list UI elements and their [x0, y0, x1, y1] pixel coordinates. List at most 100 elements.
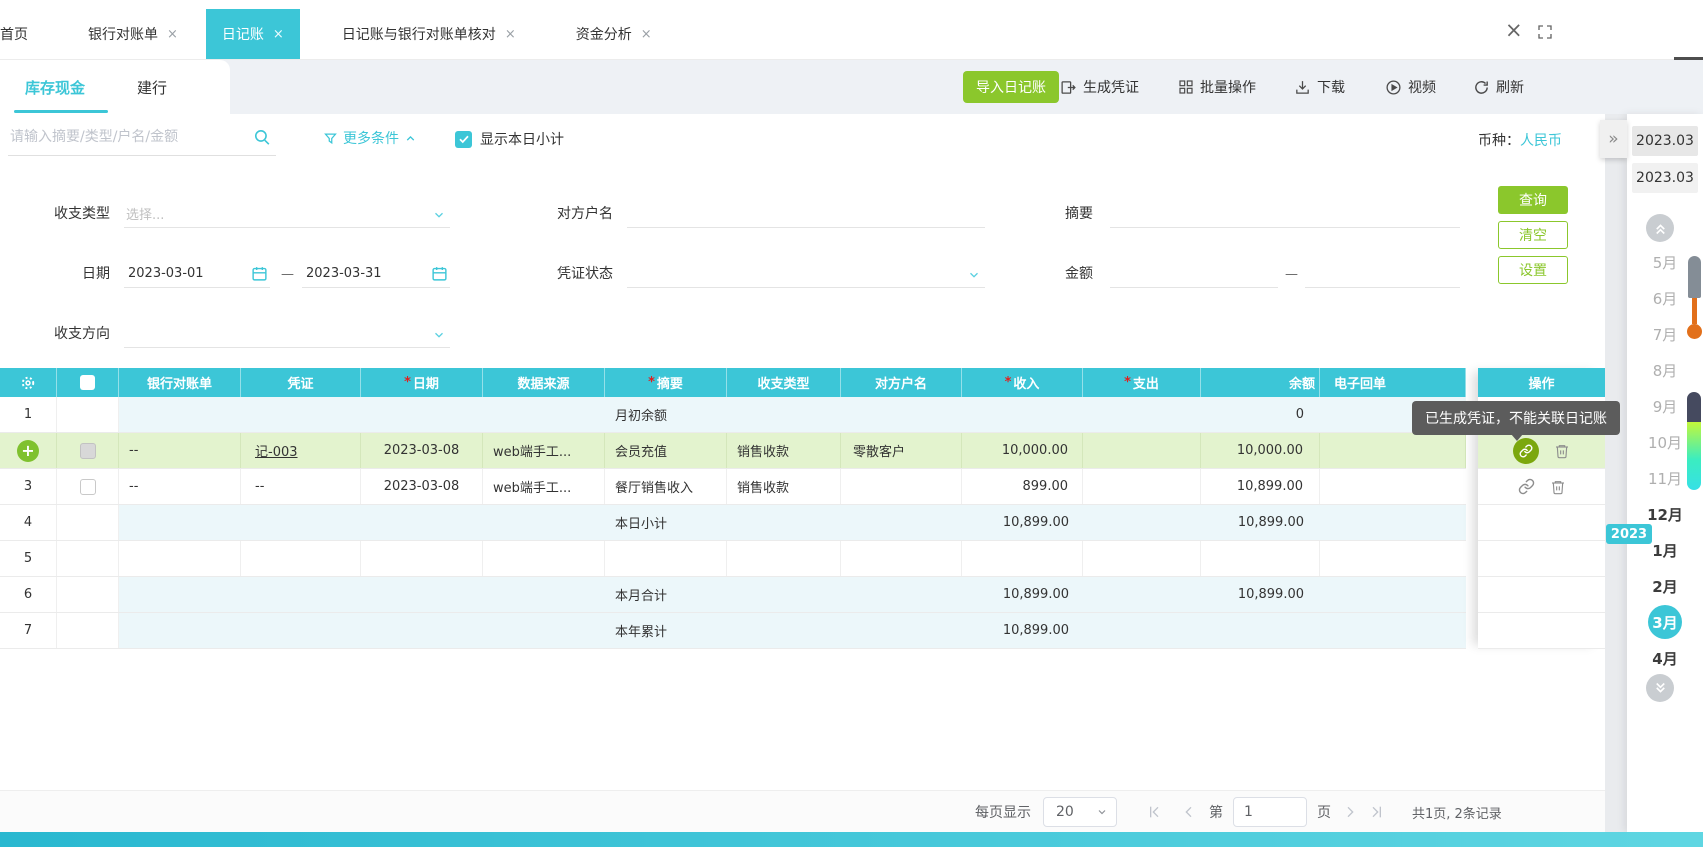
balance-cell: 10,899.00	[1201, 469, 1320, 504]
month-item-aug[interactable]: 8月	[1627, 352, 1703, 388]
tab-cash-account[interactable]: 库存现金	[25, 60, 85, 114]
calendar-icon[interactable]	[251, 265, 268, 282]
fullscreen-icon[interactable]	[1537, 24, 1553, 40]
chevron-down-icon	[1096, 806, 1108, 818]
query-button[interactable]: 查询	[1498, 186, 1568, 214]
select-all-checkbox[interactable]	[57, 368, 119, 397]
tab-journal[interactable]: 日记账 ×	[205, 9, 300, 59]
party-cell: 零散客户	[841, 433, 962, 468]
month-item-feb[interactable]: 2月	[1627, 568, 1703, 604]
search-input[interactable]	[8, 120, 240, 154]
month-item-apr[interactable]: 4月	[1627, 640, 1703, 676]
category-cell: 销售收款	[727, 433, 841, 468]
app-window: 首页 银行对账单 × 日记账 × 日记账与银行对账单核对 × 资金分析 × × 库存现金…	[0, 0, 1703, 847]
clear-button[interactable]: 清空	[1498, 221, 1568, 249]
show-daily-subtotal-option[interactable]: 显示本日小计	[455, 129, 564, 149]
type-select[interactable]: 选择...	[124, 200, 450, 228]
table-row-entry-1[interactable]: + -- 记-003 2023-03-08 web端手工... 会员充值 销售收…	[0, 433, 1466, 469]
page-number-input[interactable]	[1234, 798, 1306, 826]
more-filters-toggle[interactable]: 更多条件	[323, 128, 417, 148]
generate-voucher-button[interactable]: 生成凭证	[1060, 71, 1139, 103]
last-page-button[interactable]	[1369, 804, 1385, 820]
checkbox-checked-icon[interactable]	[455, 130, 472, 148]
header-source: 数据来源	[483, 368, 605, 397]
voucher-link[interactable]: 记-003	[255, 441, 298, 460]
summary-cell: 本月合计	[605, 577, 727, 612]
header-category: 收支类型	[727, 368, 841, 397]
scroll-indicator-thermometer[interactable]	[1687, 256, 1702, 348]
date-to-input[interactable]	[304, 265, 404, 282]
chevron-down-icon	[967, 268, 981, 282]
first-page-button[interactable]	[1146, 804, 1162, 820]
next-page-button[interactable]	[1342, 804, 1358, 820]
journal-table: 银行对账单 凭证 * 日期 数据来源 * 摘要 收支类型 对方户名 * 收入 * 支出 …	[0, 368, 1466, 649]
summary-input[interactable]	[1110, 200, 1460, 228]
direction-select[interactable]	[124, 320, 450, 348]
date-from-input[interactable]	[126, 265, 226, 282]
current-period[interactable]: 2023.03	[1632, 126, 1698, 156]
chevron-down-icon	[432, 208, 446, 222]
close-tab-icon[interactable]: ×	[641, 27, 652, 42]
filter-funnel-icon	[323, 131, 338, 146]
category-cell: 销售收款	[727, 469, 841, 504]
date-from-field[interactable]	[124, 260, 270, 288]
summary-cell: 本日小计	[605, 505, 727, 540]
refresh-icon	[1473, 79, 1490, 96]
date-to-field[interactable]	[302, 260, 450, 288]
prev-page-button[interactable]	[1181, 804, 1197, 820]
delete-icon[interactable]	[1554, 443, 1570, 459]
selected-period[interactable]: 2023.03	[1632, 163, 1698, 193]
scroll-months-down-button[interactable]	[1646, 674, 1674, 702]
tab-home[interactable]: 首页	[0, 9, 44, 59]
scroll-indicator-gradient[interactable]	[1687, 392, 1701, 490]
currency-value[interactable]: 人民币	[1520, 130, 1562, 150]
year-badge: 2023	[1606, 524, 1652, 544]
delete-icon[interactable]	[1550, 479, 1566, 495]
link-voucher-icon-disabled[interactable]	[1513, 437, 1539, 464]
close-icon[interactable]: ×	[1505, 18, 1523, 42]
checkbox-icon	[80, 375, 95, 390]
amount-min-input[interactable]	[1110, 260, 1278, 288]
page-label-post: 页	[1317, 805, 1331, 821]
column-settings-button[interactable]	[0, 368, 57, 397]
party-input[interactable]	[627, 200, 985, 228]
batch-operation-button[interactable]: 批量操作	[1178, 71, 1256, 103]
tab-bar: 首页 银行对账单 × 日记账 × 日记账与银行对账单核对 × 资金分析 ×	[0, 0, 1703, 60]
import-journal-button[interactable]: 导入日记账	[963, 71, 1059, 103]
refresh-button[interactable]: 刷新	[1473, 71, 1524, 103]
balance-cell: 10,000.00	[1201, 433, 1320, 468]
window-bottom-edge	[0, 832, 1703, 847]
close-tab-icon[interactable]: ×	[167, 27, 178, 42]
month-item-mar-active[interactable]: 3月	[1627, 604, 1703, 640]
chevron-down-icon	[432, 328, 446, 342]
active-tab-underline	[14, 110, 108, 113]
settings-button[interactable]: 设置	[1498, 256, 1568, 284]
close-tab-icon[interactable]: ×	[273, 27, 284, 42]
search-icon[interactable]	[253, 128, 272, 147]
add-row-button[interactable]: +	[17, 439, 39, 462]
balance-cell: 10,899.00	[1201, 505, 1320, 540]
per-page-label: 每页显示	[975, 805, 1031, 821]
voucher-status-select[interactable]	[627, 260, 985, 288]
row-checkbox[interactable]	[79, 478, 96, 495]
per-page-select[interactable]: 20	[1043, 797, 1117, 827]
amount-range-separator: —	[1285, 267, 1298, 282]
summary-cell: 餐厅销售收入	[605, 469, 727, 504]
table-header-row: 银行对账单 凭证 * 日期 数据来源 * 摘要 收支类型 对方户名 * 收入 * 支出 …	[0, 368, 1466, 397]
download-button[interactable]: 下载	[1294, 71, 1345, 103]
search-box	[8, 120, 276, 156]
calendar-icon[interactable]	[431, 265, 448, 282]
collapse-panel-button[interactable]: »	[1600, 120, 1627, 158]
close-tab-icon[interactable]: ×	[505, 27, 516, 42]
scroll-months-up-button[interactable]	[1646, 214, 1674, 242]
tab-journal-reconcile[interactable]: 日记账与银行对账单核对 ×	[326, 9, 532, 59]
tab-ccb-account[interactable]: 建行	[137, 60, 167, 114]
direction-label: 收支方向	[54, 326, 110, 342]
amount-max-input[interactable]	[1305, 260, 1460, 288]
income-cell: 10,899.00	[962, 613, 1083, 648]
tab-bank-statement[interactable]: 银行对账单 ×	[72, 9, 194, 59]
link-voucher-icon[interactable]	[1518, 478, 1535, 495]
tab-fund-analysis[interactable]: 资金分析 ×	[560, 9, 668, 59]
table-row-entry-2[interactable]: 3 -- -- 2023-03-08 web端手工... 餐厅销售收入 销售收款…	[0, 469, 1466, 505]
video-button[interactable]: 视频	[1385, 71, 1436, 103]
